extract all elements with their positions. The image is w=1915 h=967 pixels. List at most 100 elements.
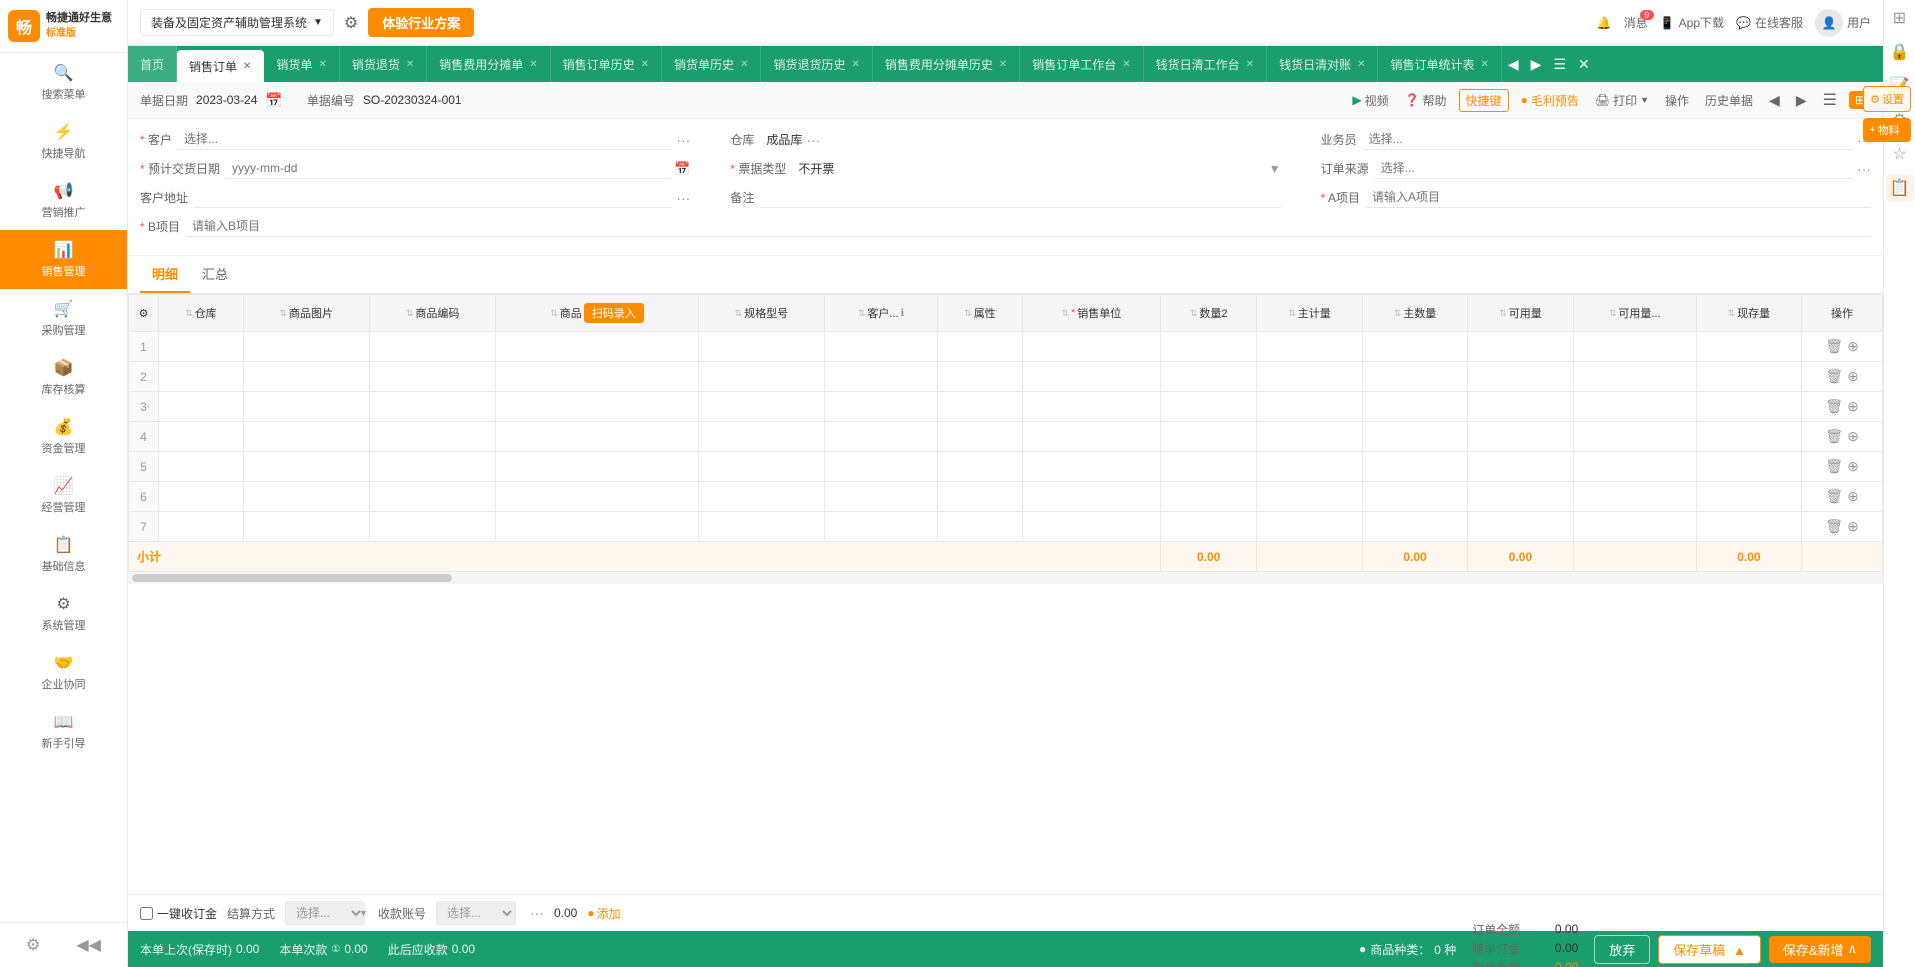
sort-icon[interactable]: ⇅ [735,308,743,319]
tab-close-icon[interactable]: ✕ [1481,59,1489,70]
row-copy-icon[interactable]: ⊕ [1847,398,1859,415]
app-download-btn[interactable]: 📱 App下载 [1660,14,1724,31]
order-source-more-icon[interactable]: ··· [1857,161,1871,177]
tab-sales-invoice-history[interactable]: 销货单历史 ✕ [662,46,761,82]
row-warehouse[interactable] [159,332,244,362]
tab-sales-return[interactable]: 销货退货 ✕ [340,46,427,82]
tab-sales-stats[interactable]: 销售订单统计表 ✕ [1378,46,1501,82]
tab-summary[interactable]: 汇总 [190,256,240,293]
sidebar-item-purchase[interactable]: 🛒 采购管理 [0,289,127,348]
sort-icon[interactable]: ⇅ [1394,308,1402,319]
list-view-icon[interactable]: ☰ [1819,88,1841,112]
settings-bottom-icon[interactable]: ⚙ [22,931,44,959]
row-product[interactable] [496,332,698,362]
salesperson-input[interactable] [1363,129,1853,150]
tab-close-icon[interactable]: ✕ [318,59,326,70]
notification-btn[interactable]: 🔔 9 9 消息 [1597,14,1648,31]
sidebar-item-finance[interactable]: 💰 资金管理 [0,407,127,466]
sort-icon[interactable]: ⇅ [858,308,866,319]
sidebar-item-search[interactable]: 🔍 搜索菜单 [0,53,127,112]
b-project-input[interactable] [186,216,1871,237]
right-icon-1[interactable]: ⊞ [1886,4,1914,32]
trial-button[interactable]: 体验行业方案 [368,8,474,37]
row-copy-icon[interactable]: ⊕ [1847,488,1859,505]
product-count-icon[interactable]: ● [1359,942,1366,956]
row-delete-icon[interactable]: 🗑 [1825,338,1843,355]
tab-close-icon[interactable]: ✕ [851,59,859,70]
tab-nav-left[interactable]: ◀ [1502,56,1525,73]
row-available[interactable] [1468,332,1573,362]
tab-sales-expense[interactable]: 销售费用分摊单 ✕ [427,46,550,82]
tab-daily-workbench[interactable]: 钱货日清工作台 ✕ [1144,46,1267,82]
one-click-payment-label[interactable]: 一键收订金 [140,905,217,922]
sort-icon[interactable]: ⇅ [1499,308,1507,319]
save-draft-button[interactable]: 保存草稿 ▲ [1658,935,1761,964]
sort-icon[interactable]: ⇅ [1288,308,1296,319]
sort-icon[interactable]: ⇅ [185,308,193,319]
user-avatar[interactable]: 👤 用户 [1815,9,1871,37]
tab-menu-icon[interactable]: ☰ [1547,56,1572,73]
operate-btn[interactable]: 操作 [1661,90,1693,111]
sort-icon[interactable]: ⇅ [1728,308,1736,319]
tab-close-icon[interactable]: ✕ [641,59,649,70]
print-btn[interactable]: 🖨 打印 ▼ [1591,90,1653,111]
account-select[interactable]: 选择... [436,901,516,925]
tab-close-icon[interactable]: ✕ [999,59,1007,70]
sort-icon[interactable]: ⇅ [1190,308,1198,319]
row-delete-icon[interactable]: 🗑 [1825,398,1843,415]
row-main-qty[interactable] [1362,332,1467,362]
horizontal-scrollbar[interactable] [128,572,1883,584]
tab-close-icon[interactable]: ✕ [1122,59,1130,70]
a-project-input[interactable] [1366,187,1871,208]
collapse-icon[interactable]: ◀◀ [72,931,105,959]
sidebar-item-system[interactable]: ⚙ 系统管理 [0,584,127,643]
one-click-payment-checkbox[interactable] [140,907,153,920]
tab-close-icon[interactable]: ✕ [406,59,414,70]
add-material-btn[interactable]: + 物料 [1863,118,1883,142]
row-delete-icon[interactable]: 🗑 [1825,368,1843,385]
row-delete-icon[interactable]: 🗑 [1825,518,1843,535]
history-btn[interactable]: 历史单据 [1701,90,1757,111]
profit-btn[interactable]: ● 毛利预告 [1517,90,1583,111]
app-selector[interactable]: 装备及固定资产辅助管理系统 ▼ [140,9,334,36]
invoice-type-arrow[interactable]: ▼ [1269,162,1281,176]
add-payment-btn[interactable]: ● 添加 [587,905,620,922]
tab-sales-order[interactable]: 销售订单 ✕ [177,50,264,82]
sort-icon[interactable]: ⇅ [964,308,972,319]
row-product-code[interactable] [369,332,495,362]
tab-close-icon[interactable]: ✕ [529,59,537,70]
tab-sales-expense-history[interactable]: 销售费用分摊单历史 ✕ [873,46,1020,82]
sidebar-item-guide[interactable]: 📖 新手引导 [0,702,127,761]
sort-icon[interactable]: ⇅ [1061,308,1069,319]
tab-close-icon[interactable]: ✕ [1246,59,1254,70]
customer-more-icon[interactable]: ··· [676,132,690,148]
address-more-icon[interactable]: ··· [676,190,690,206]
row-spec[interactable] [698,332,824,362]
tab-close-icon[interactable]: ✕ [740,59,748,70]
sort-icon[interactable]: ⇅ [550,308,558,319]
tab-sales-invoice[interactable]: 销货单 ✕ [264,46,339,82]
row-delete-icon[interactable]: 🗑 [1825,428,1843,445]
discard-button[interactable]: 放弃 [1594,935,1650,964]
tab-nav-right[interactable]: ▶ [1525,56,1548,73]
tab-sales-order-history[interactable]: 销售订单历史 ✕ [551,46,662,82]
tab-close-icon[interactable]: ✕ [243,61,251,72]
online-service-btn[interactable]: 💬 在线客服 [1736,14,1803,31]
tab-detail[interactable]: 明细 [140,256,190,293]
row-customer-code[interactable] [825,332,938,362]
sidebar-item-inventory[interactable]: 📦 库存核算 [0,348,127,407]
row-copy-icon[interactable]: ⊕ [1847,458,1859,475]
view-btn[interactable]: ▶ 视频 [1348,90,1392,111]
chevron-up-icon[interactable]: ▲ [1733,943,1746,958]
tab-sales-return-history[interactable]: 销货退货历史 ✕ [761,46,872,82]
settings-panel-btn[interactable]: ⚙ 设置 [1863,86,1883,112]
sidebar-item-quick-nav[interactable]: ⚡ 快捷导航 [0,112,127,171]
row-copy-icon[interactable]: ⊕ [1847,368,1859,385]
tab-close-icon[interactable]: ✕ [1357,59,1365,70]
row-delete-icon[interactable]: 🗑 [1825,488,1843,505]
help-btn[interactable]: ❓ 帮助 [1401,90,1451,111]
tab-sales-workbench[interactable]: 销售订单工作台 ✕ [1020,46,1143,82]
tab-home[interactable]: 首页 [128,46,177,82]
account-more-icon[interactable]: ··· [530,905,544,921]
row-available2[interactable] [1573,332,1696,362]
